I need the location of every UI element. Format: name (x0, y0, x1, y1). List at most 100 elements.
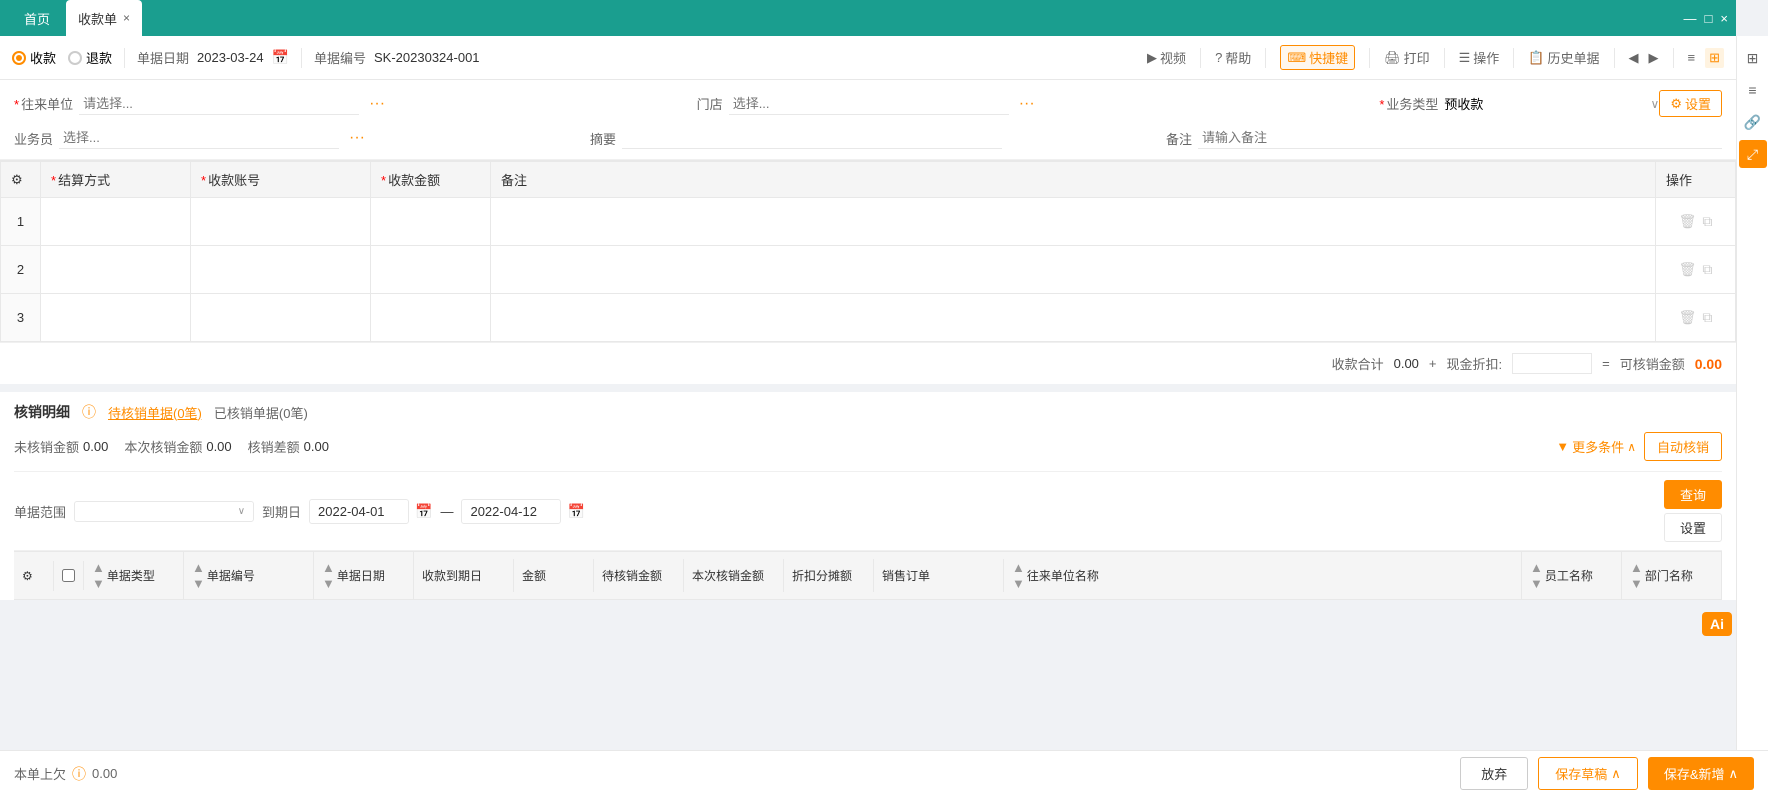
equals-sign: = (1602, 356, 1610, 371)
reconcile-info-icon[interactable]: ⓘ (82, 402, 96, 422)
section-divider (0, 384, 1736, 392)
partner-input[interactable] (79, 93, 359, 115)
store-input[interactable] (729, 93, 1009, 115)
help-btn[interactable]: ? 帮助 (1215, 48, 1251, 67)
tab-close-icon[interactable]: × (123, 12, 130, 24)
date-from-input[interactable] (309, 499, 409, 524)
business-type-select[interactable]: 预收款 ∨ (1444, 94, 1659, 113)
row-amount-2[interactable] (371, 246, 491, 294)
row-amount-1[interactable] (371, 198, 491, 246)
row-action-1: 🗑 ⧉ (1656, 198, 1736, 246)
table-section: ⚙ *结算方式 *收款账号 *收款金额 备注 操作 1 (0, 160, 1736, 342)
date-value[interactable]: 2023-03-24 (197, 50, 264, 65)
range-dropdown-icon: ∨ (238, 506, 245, 517)
range-select[interactable]: ∨ (74, 501, 254, 522)
more-conditions-btn[interactable]: ▼ 更多条件 ∧ (1556, 437, 1636, 456)
row-action-3: 🗑 ⧉ (1656, 294, 1736, 342)
ai-badge[interactable]: Ai (1702, 612, 1732, 636)
tile-view-icon[interactable]: ⊞ (1705, 48, 1724, 68)
row-remark-3[interactable] (491, 294, 1656, 342)
sidebar-table-icon[interactable]: ⊞ (1739, 44, 1767, 72)
history-btn[interactable]: 📋 历史单据 (1528, 48, 1599, 67)
tab-pending[interactable]: 待核销单据(0笔) (108, 403, 202, 422)
print-btn[interactable]: 🖨 打印 (1384, 48, 1430, 67)
select-all-checkbox[interactable] (62, 569, 75, 582)
tab-active[interactable]: 收款单 × (66, 0, 142, 36)
draft-button[interactable]: 保存草稿 ∧ (1538, 757, 1638, 790)
filter-settings-btn[interactable]: 设置 (1664, 513, 1722, 542)
row-remark-1[interactable] (491, 198, 1656, 246)
calendar-to-icon[interactable]: 📅 (567, 503, 584, 520)
sort-partner-icon[interactable]: ▲▼ (1012, 560, 1025, 591)
row-account-1[interactable] (191, 198, 371, 246)
sort-type-icon[interactable]: ▲▼ (92, 560, 105, 591)
video-btn[interactable]: ▶ 视频 (1147, 48, 1186, 67)
calendar-from-icon[interactable]: 📅 (415, 503, 432, 520)
staff-more-btn[interactable]: ··· (345, 129, 369, 147)
maximize-icon[interactable]: □ (1705, 11, 1713, 26)
sort-number-icon[interactable]: ▲▼ (192, 560, 205, 591)
row-account-2[interactable] (191, 246, 371, 294)
close-icon[interactable]: × (1720, 11, 1728, 26)
settings-button[interactable]: ⚙ 设置 (1659, 90, 1722, 117)
tab-home[interactable]: 首页 (8, 0, 66, 36)
minimize-icon[interactable]: — (1684, 11, 1697, 26)
operation-btn[interactable]: ☰ 操作 (1459, 48, 1500, 67)
bth-checkbox[interactable] (54, 561, 84, 590)
footer-info-icon[interactable]: ⓘ (72, 764, 86, 784)
summary-input[interactable] (622, 127, 1002, 149)
delete-icon-1[interactable]: 🗑 (1679, 213, 1697, 230)
query-btn[interactable]: 查询 (1664, 480, 1722, 509)
sort-date-icon[interactable]: ▲▼ (322, 560, 335, 591)
calendar-icon-toolbar[interactable]: 📅 (272, 49, 289, 66)
bottom-table-header: ⚙ ▲▼ 单据类型 ▲▼ 单据编号 ▲▼ 单据日期 收款到期日 金额 待核销金额… (14, 551, 1722, 600)
delete-icon-2[interactable]: 🗑 (1679, 261, 1697, 278)
row-account-3[interactable] (191, 294, 371, 342)
grid-view-icon[interactable]: ≡ (1688, 50, 1696, 65)
partner-more-btn[interactable]: ··· (365, 95, 389, 113)
th-remark: 备注 (491, 162, 1656, 198)
nav-prev-icon[interactable]: ◀ (1629, 50, 1639, 66)
th-account: *收款账号 (191, 162, 371, 198)
sidebar-expand-icon[interactable]: ⤢ (1739, 140, 1767, 168)
staff-input[interactable] (59, 127, 339, 149)
toolbar-divider-4 (1265, 48, 1266, 68)
bth-amount: 金额 (514, 559, 594, 592)
bth-gear[interactable]: ⚙ (14, 561, 54, 591)
row-settle-3[interactable] (41, 294, 191, 342)
save-new-button[interactable]: 保存&新增 ∧ (1648, 757, 1754, 790)
store-field: 门店 ··· (677, 93, 1360, 115)
filter-row: 单据范围 ∨ 到期日 📅 — 📅 查询 设置 (14, 471, 1722, 551)
th-action: 操作 (1656, 162, 1736, 198)
bth-staff: ▲▼ 员工名称 (1522, 552, 1622, 599)
toolbar: 收款 退款 单据日期 2023-03-24 📅 单据编号 SK-20230324… (0, 36, 1736, 80)
copy-icon-2[interactable]: ⧉ (1702, 261, 1712, 278)
discard-button[interactable]: 放弃 (1460, 757, 1528, 790)
sidebar-list-icon[interactable]: ≡ (1739, 76, 1767, 104)
radio-refund[interactable]: 退款 (68, 48, 112, 67)
discount-input[interactable] (1512, 353, 1592, 374)
auto-reconcile-btn[interactable]: 自动核销 (1644, 432, 1722, 461)
nav-next-icon[interactable]: ▶ (1649, 50, 1659, 66)
th-gear[interactable]: ⚙ (1, 162, 41, 198)
copy-icon-1[interactable]: ⧉ (1702, 213, 1712, 230)
sort-staff-icon[interactable]: ▲▼ (1530, 560, 1543, 591)
row-settle-1[interactable] (41, 198, 191, 246)
row-amount-3[interactable] (371, 294, 491, 342)
row-remark-2[interactable] (491, 246, 1656, 294)
sidebar-attach-icon[interactable]: 🔗 (1739, 108, 1767, 136)
shortcut-btn[interactable]: ⌨ 快捷键 (1280, 45, 1355, 70)
radio-receive[interactable]: 收款 (12, 48, 56, 67)
row-settle-2[interactable] (41, 246, 191, 294)
date-label: 单据日期 (137, 48, 189, 67)
tab-reconciled[interactable]: 已核销单据(0笔) (214, 403, 308, 422)
remarks-input[interactable] (1198, 127, 1722, 149)
store-more-btn[interactable]: ··· (1015, 95, 1039, 113)
form-row-1: *往来单位 ··· 门店 ··· *业务类型 预收款 ∨ ⚙ 设置 (14, 90, 1722, 117)
delete-icon-3[interactable]: 🗑 (1679, 309, 1697, 326)
save-new-arrow-icon: ∧ (1728, 766, 1738, 782)
copy-icon-3[interactable]: ⧉ (1702, 309, 1712, 326)
sort-dept-icon[interactable]: ▲▼ (1630, 560, 1643, 591)
date-to-input[interactable] (461, 499, 561, 524)
radio-receive-label: 收款 (30, 48, 56, 67)
